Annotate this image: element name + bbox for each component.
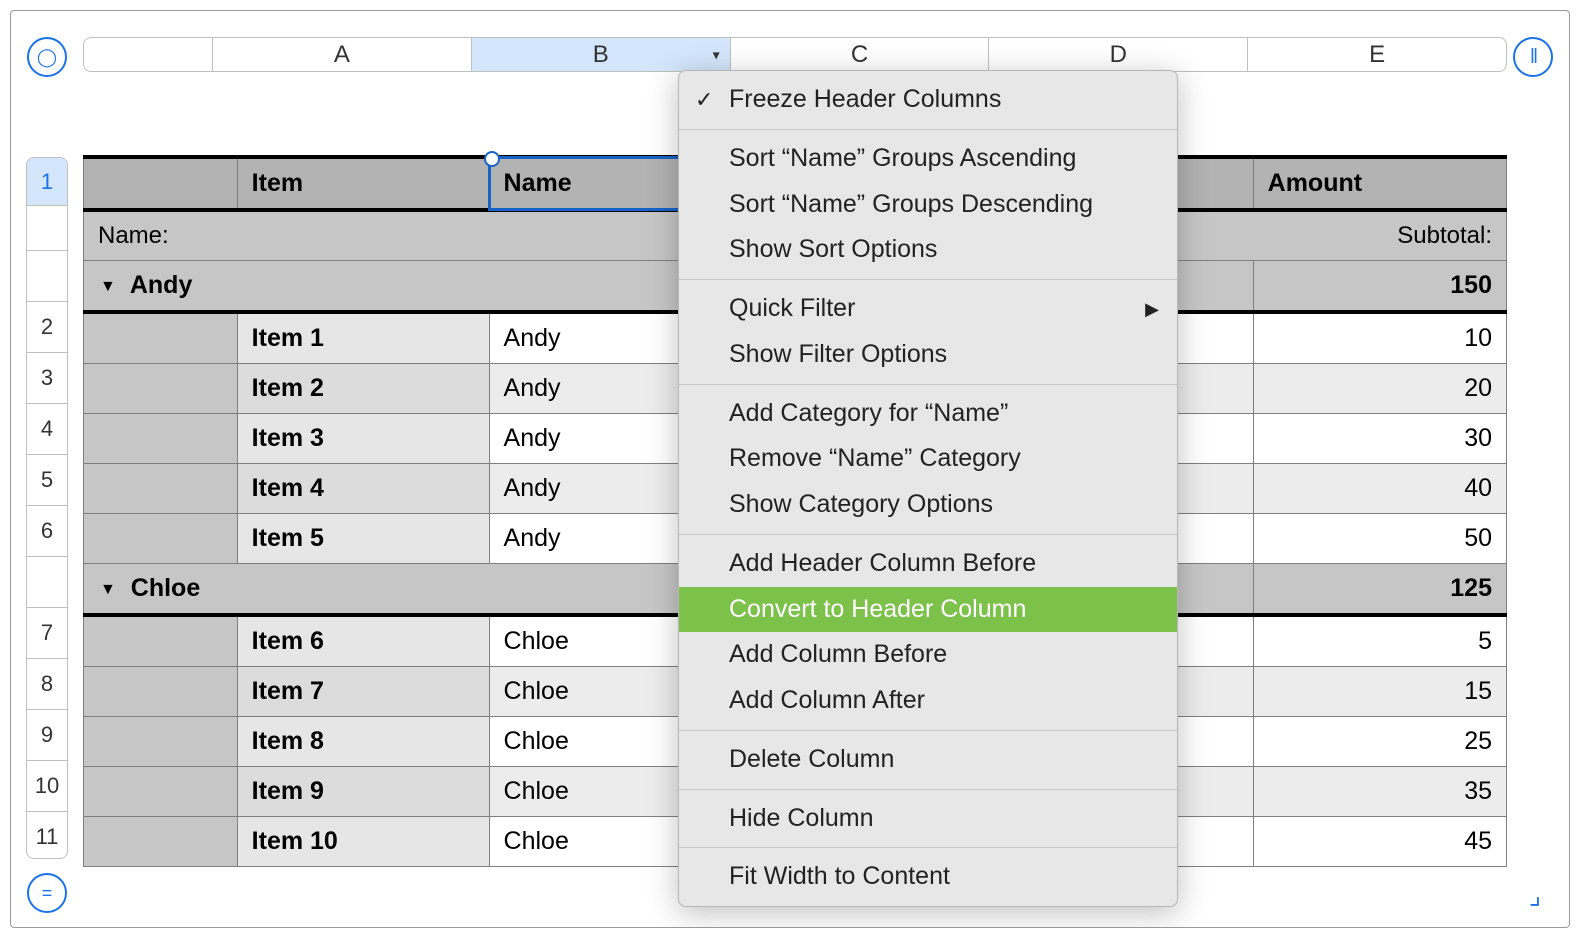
row-header[interactable] <box>27 206 67 251</box>
menu-sort-options[interactable]: Show Sort Options <box>679 227 1177 273</box>
row-header[interactable]: 4 <box>27 404 67 455</box>
column-header-a[interactable]: A <box>212 38 471 71</box>
cell-blank[interactable] <box>84 364 238 414</box>
row-header[interactable]: 9 <box>27 710 67 761</box>
row-header[interactable]: 10 <box>27 761 67 812</box>
menu-delete-column[interactable]: Delete Column <box>679 737 1177 783</box>
group-name[interactable]: ▼ Chloe <box>84 564 744 616</box>
column-header-e[interactable]: E <box>1247 38 1506 71</box>
menu-convert-to-header-column[interactable]: Convert to Header Column <box>679 587 1177 633</box>
cell-blank[interactable] <box>84 464 238 514</box>
menu-fit-width[interactable]: Fit Width to Content <box>679 854 1177 900</box>
row-header[interactable]: 2 <box>27 302 67 353</box>
select-all-handle[interactable]: ◯ <box>27 37 67 77</box>
cell-blank[interactable] <box>84 157 238 210</box>
menu-hide-column[interactable]: Hide Column <box>679 796 1177 842</box>
add-row-handle[interactable]: = <box>27 873 67 913</box>
menu-separator <box>679 730 1177 731</box>
cell-amount[interactable]: 50 <box>1253 514 1506 564</box>
menu-add-column-before[interactable]: Add Column Before <box>679 632 1177 678</box>
menu-add-column-after[interactable]: Add Column After <box>679 678 1177 724</box>
cell-item[interactable]: Item 2 <box>237 364 489 414</box>
row-header[interactable] <box>27 251 67 302</box>
cell-item[interactable]: Item 7 <box>237 667 489 717</box>
column-header-c[interactable]: C <box>730 38 989 71</box>
menu-filter-options[interactable]: Show Filter Options <box>679 332 1177 378</box>
cell-amount[interactable]: 15 <box>1253 667 1506 717</box>
row-header[interactable]: 8 <box>27 659 67 710</box>
row-header[interactable]: 7 <box>27 608 67 659</box>
cell-amount[interactable]: 30 <box>1253 414 1506 464</box>
menu-add-header-column-before[interactable]: Add Header Column Before <box>679 541 1177 587</box>
resize-handle[interactable]: ⌟ <box>1517 877 1553 913</box>
cell-item[interactable]: Item 1 <box>237 312 489 364</box>
cell-blank[interactable] <box>84 767 238 817</box>
menu-separator <box>679 789 1177 790</box>
cell-amount[interactable]: 35 <box>1253 767 1506 817</box>
disclosure-triangle-icon[interactable]: ▼ <box>100 278 116 296</box>
cell-item[interactable]: Item 10 <box>237 817 489 867</box>
cell-amount[interactable]: 20 <box>1253 364 1506 414</box>
header-item[interactable]: Item <box>237 157 489 210</box>
add-column-handle[interactable]: ‖ <box>1513 37 1553 77</box>
cell-amount[interactable]: 10 <box>1253 312 1506 364</box>
menu-separator <box>679 279 1177 280</box>
header-amount[interactable]: Amount <box>1253 157 1506 210</box>
column-header-b[interactable]: B ▾ <box>471 38 730 71</box>
cell-blank[interactable] <box>84 817 238 867</box>
column-ruler: A B ▾ C D E <box>83 37 1507 72</box>
menu-remove-category[interactable]: Remove “Name” Category <box>679 436 1177 482</box>
cell-item[interactable]: Item 5 <box>237 514 489 564</box>
menu-add-category[interactable]: Add Category for “Name” <box>679 391 1177 437</box>
menu-sort-ascending[interactable]: Sort “Name” Groups Ascending <box>679 136 1177 182</box>
row-header[interactable]: 5 <box>27 455 67 506</box>
cell-amount[interactable]: 45 <box>1253 817 1506 867</box>
row-ruler: 1 23456 7891011 <box>26 157 68 859</box>
column-context-menu: ✓ Freeze Header Columns Sort “Name” Grou… <box>678 70 1178 907</box>
cell-blank[interactable] <box>84 514 238 564</box>
group-name[interactable]: ▼ Andy <box>84 261 744 313</box>
column-header-d[interactable]: D <box>988 38 1247 71</box>
menu-separator <box>679 384 1177 385</box>
row-header[interactable]: 1 <box>27 158 67 206</box>
row-header[interactable]: 6 <box>27 506 67 557</box>
menu-category-options[interactable]: Show Category Options <box>679 482 1177 528</box>
cell-blank[interactable] <box>84 312 238 364</box>
menu-freeze-header-columns[interactable]: ✓ Freeze Header Columns <box>679 77 1177 123</box>
check-icon: ✓ <box>695 85 713 115</box>
cell-blank[interactable] <box>84 717 238 767</box>
group-subtotal[interactable]: 150 <box>1253 261 1506 313</box>
cell-item[interactable]: Item 6 <box>237 615 489 667</box>
column-header-blank[interactable] <box>84 38 212 71</box>
cell-item[interactable]: Item 9 <box>237 767 489 817</box>
menu-quick-filter[interactable]: Quick Filter ▶ <box>679 286 1177 332</box>
disclosure-triangle-icon[interactable]: ▼ <box>100 581 116 599</box>
window-frame: ◯ ‖ = ⌟ A B ▾ C D E 1234567891011 B Item… <box>10 10 1570 928</box>
row-header[interactable] <box>27 557 67 608</box>
cell-amount[interactable]: 5 <box>1253 615 1506 667</box>
cell-blank[interactable] <box>84 615 238 667</box>
cell-amount[interactable]: 40 <box>1253 464 1506 514</box>
cell-amount[interactable]: 25 <box>1253 717 1506 767</box>
cell-item[interactable]: Item 4 <box>237 464 489 514</box>
menu-separator <box>679 847 1177 848</box>
row-header[interactable]: 3 <box>27 353 67 404</box>
cell-item[interactable]: Item 8 <box>237 717 489 767</box>
group-by-label[interactable]: Name: <box>84 210 744 261</box>
group-subtotal[interactable]: 125 <box>1253 564 1506 616</box>
cell-blank[interactable] <box>84 414 238 464</box>
chevron-down-icon[interactable]: ▾ <box>713 46 720 63</box>
menu-sort-descending[interactable]: Sort “Name” Groups Descending <box>679 182 1177 228</box>
menu-separator <box>679 534 1177 535</box>
submenu-arrow-icon: ▶ <box>1145 297 1159 321</box>
menu-separator <box>679 129 1177 130</box>
row-header[interactable]: 11 <box>27 812 67 859</box>
cell-blank[interactable] <box>84 667 238 717</box>
cell-item[interactable]: Item 3 <box>237 414 489 464</box>
